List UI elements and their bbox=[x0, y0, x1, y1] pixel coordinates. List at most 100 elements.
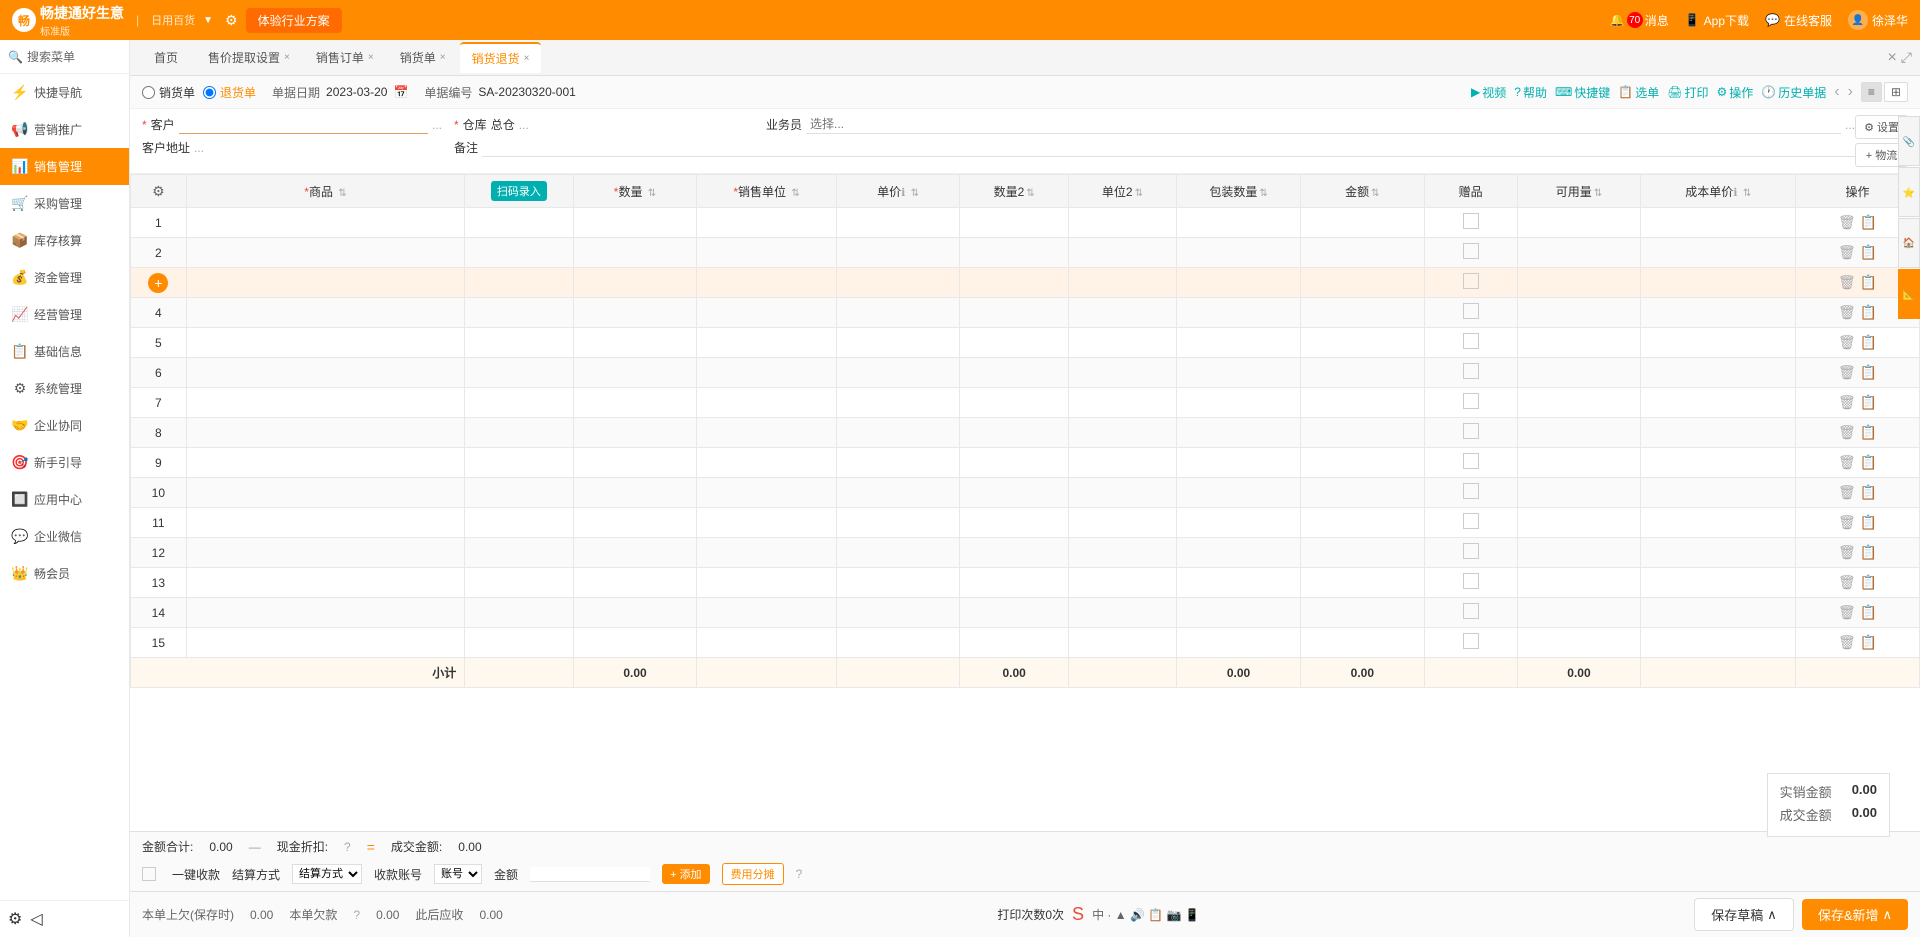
prev-btn[interactable]: ‹ bbox=[1834, 83, 1839, 101]
copy-row-icon[interactable]: 📋 bbox=[1860, 514, 1877, 531]
operate-link[interactable]: ⚙ 操作 bbox=[1717, 84, 1754, 101]
list-view-btn[interactable]: ≡ bbox=[1861, 82, 1882, 102]
add-payment-btn[interactable]: + 添加 bbox=[662, 864, 710, 884]
customer-input[interactable] bbox=[179, 115, 428, 134]
sidebar-item-finance[interactable]: 💰 资金管理 bbox=[0, 259, 129, 296]
gift-checkbox[interactable] bbox=[1463, 453, 1479, 469]
product-cell[interactable] bbox=[186, 238, 465, 268]
sidebar-item-purchase[interactable]: 🛒 采购管理 bbox=[0, 185, 129, 222]
delete-row-icon[interactable]: 🗑 bbox=[1838, 574, 1856, 591]
product-cell[interactable] bbox=[186, 388, 465, 418]
delete-row-icon[interactable]: 🗑 bbox=[1838, 424, 1856, 441]
tab-sale-return[interactable]: 销货退货 × bbox=[460, 42, 542, 73]
product-cell[interactable] bbox=[186, 208, 465, 238]
sidebar-item-wechat[interactable]: 💬 企业微信 bbox=[0, 518, 129, 555]
sidebar-item-member[interactable]: 👑 畅会员 bbox=[0, 555, 129, 592]
delete-row-icon[interactable]: 🗑 bbox=[1838, 454, 1856, 471]
collapse-icon[interactable]: ◁ bbox=[30, 909, 42, 929]
gift-checkbox[interactable] bbox=[1463, 273, 1479, 289]
radio-sale-return[interactable]: 退货单 bbox=[203, 84, 256, 101]
copy-row-icon[interactable]: 📋 bbox=[1860, 334, 1877, 351]
history-link[interactable]: 🕐 历史单据 bbox=[1761, 84, 1826, 101]
gift-checkbox[interactable] bbox=[1463, 363, 1479, 379]
sale-unit-sort-icon[interactable]: ⇅ bbox=[791, 188, 799, 199]
scan-btn[interactable]: 扫码录入 bbox=[491, 181, 547, 201]
delete-row-icon[interactable]: 🗑 bbox=[1838, 244, 1856, 261]
gift-checkbox[interactable] bbox=[1463, 573, 1479, 589]
copy-row-icon[interactable]: 📋 bbox=[1860, 364, 1877, 381]
gift-checkbox[interactable] bbox=[1463, 393, 1479, 409]
radio-sale-delivery[interactable]: 销货单 bbox=[142, 84, 195, 101]
price-sort-icon[interactable]: ⇅ bbox=[911, 188, 919, 199]
gift-checkbox[interactable] bbox=[1463, 423, 1479, 439]
trial-btn[interactable]: 体验行业方案 bbox=[246, 8, 342, 33]
copy-row-icon[interactable]: 📋 bbox=[1860, 544, 1877, 561]
product-cell[interactable] bbox=[186, 268, 465, 298]
column-settings-icon[interactable]: ⚙ bbox=[152, 183, 165, 199]
product-cell[interactable] bbox=[186, 418, 465, 448]
delete-row-icon[interactable]: 🗑 bbox=[1838, 274, 1856, 291]
copy-row-icon[interactable]: 📋 bbox=[1860, 454, 1877, 471]
notification-area[interactable]: 🔔 70 消息 bbox=[1610, 12, 1669, 29]
delete-row-icon[interactable]: 🗑 bbox=[1838, 544, 1856, 561]
fee-split-btn[interactable]: 费用分摊 bbox=[722, 863, 784, 885]
product-input[interactable] bbox=[191, 276, 461, 290]
gift-checkbox[interactable] bbox=[1463, 603, 1479, 619]
right-mini-btn-1[interactable]: 📎 bbox=[1898, 116, 1920, 166]
gift-checkbox[interactable] bbox=[1463, 483, 1479, 499]
copy-row-icon[interactable]: 📋 bbox=[1860, 214, 1877, 231]
one-click-checkbox[interactable] bbox=[142, 867, 156, 881]
delete-row-icon[interactable]: 🗑 bbox=[1838, 214, 1856, 231]
right-mini-btn-2[interactable]: ⭐ bbox=[1898, 167, 1920, 217]
gift-checkbox[interactable] bbox=[1463, 513, 1479, 529]
unit2-sort-icon[interactable]: ⇅ bbox=[1135, 188, 1143, 199]
product-cell[interactable] bbox=[186, 598, 465, 628]
copy-row-icon[interactable]: 📋 bbox=[1860, 484, 1877, 501]
gift-checkbox[interactable] bbox=[1463, 333, 1479, 349]
app-download-area[interactable]: 📱 App下载 bbox=[1685, 12, 1749, 29]
copy-row-icon[interactable]: 📋 bbox=[1860, 274, 1877, 291]
amount-sort-icon[interactable]: ⇅ bbox=[1371, 188, 1379, 199]
expand-icon[interactable]: ⤢ bbox=[1901, 49, 1912, 66]
tab-close-sale-return[interactable]: × bbox=[524, 53, 530, 64]
tab-home[interactable]: 首页 bbox=[138, 43, 194, 72]
available-sort-icon[interactable]: ⇅ bbox=[1594, 188, 1602, 199]
gift-checkbox[interactable] bbox=[1463, 633, 1479, 649]
product-cell[interactable] bbox=[186, 568, 465, 598]
cost-sort-icon[interactable]: ⇅ bbox=[1743, 188, 1751, 199]
delete-row-icon[interactable]: 🗑 bbox=[1838, 394, 1856, 411]
qty-sort-icon[interactable]: ⇅ bbox=[648, 188, 656, 199]
gear-bottom-icon[interactable]: ⚙ bbox=[8, 909, 22, 929]
sidebar-item-enterprise[interactable]: 🤝 企业协同 bbox=[0, 407, 129, 444]
delete-row-icon[interactable]: 🗑 bbox=[1838, 484, 1856, 501]
video-link[interactable]: ▶ 视频 bbox=[1471, 84, 1506, 101]
sidebar-search[interactable]: 🔍 搜索菜单 bbox=[0, 40, 129, 74]
copy-row-icon[interactable]: 📋 bbox=[1860, 304, 1877, 321]
product-cell[interactable] bbox=[186, 508, 465, 538]
product-cell[interactable] bbox=[186, 448, 465, 478]
tab-sale-extract[interactable]: 售价提取设置 × bbox=[196, 43, 302, 72]
copy-row-icon[interactable]: 📋 bbox=[1860, 394, 1877, 411]
settings-icon[interactable]: ⚙ bbox=[225, 12, 238, 29]
radio-return-input[interactable] bbox=[203, 86, 216, 99]
user-area[interactable]: 👤 徐泽华 bbox=[1848, 10, 1908, 30]
amount-payment-input[interactable] bbox=[530, 867, 650, 882]
single-owe-help[interactable]: ? bbox=[353, 908, 360, 922]
pack-sort-icon[interactable]: ⇅ bbox=[1259, 188, 1267, 199]
select-link[interactable]: 📋 选单 bbox=[1618, 84, 1659, 101]
delete-row-icon[interactable]: 🗑 bbox=[1838, 514, 1856, 531]
product-cell[interactable] bbox=[186, 478, 465, 508]
tab-close-sale-delivery[interactable]: × bbox=[440, 52, 446, 63]
right-mini-btn-4[interactable]: 📐 bbox=[1898, 269, 1920, 319]
product-sort-icon[interactable]: ⇅ bbox=[338, 188, 346, 199]
save-draft-btn[interactable]: 保存草稿 ∧ bbox=[1694, 898, 1794, 931]
gift-checkbox[interactable] bbox=[1463, 243, 1479, 259]
account-no-select[interactable]: 账号 bbox=[434, 864, 482, 884]
sidebar-item-marketing[interactable]: 📢 营销推广 bbox=[0, 111, 129, 148]
notes-input[interactable] bbox=[482, 138, 1855, 157]
tab-sale-order[interactable]: 销售订单 × bbox=[304, 43, 386, 72]
salesperson-input[interactable] bbox=[806, 115, 1841, 134]
radio-delivery-input[interactable] bbox=[142, 86, 155, 99]
save-new-btn[interactable]: 保存&新增 ∧ bbox=[1802, 899, 1908, 930]
delete-row-icon[interactable]: 🗑 bbox=[1838, 304, 1856, 321]
